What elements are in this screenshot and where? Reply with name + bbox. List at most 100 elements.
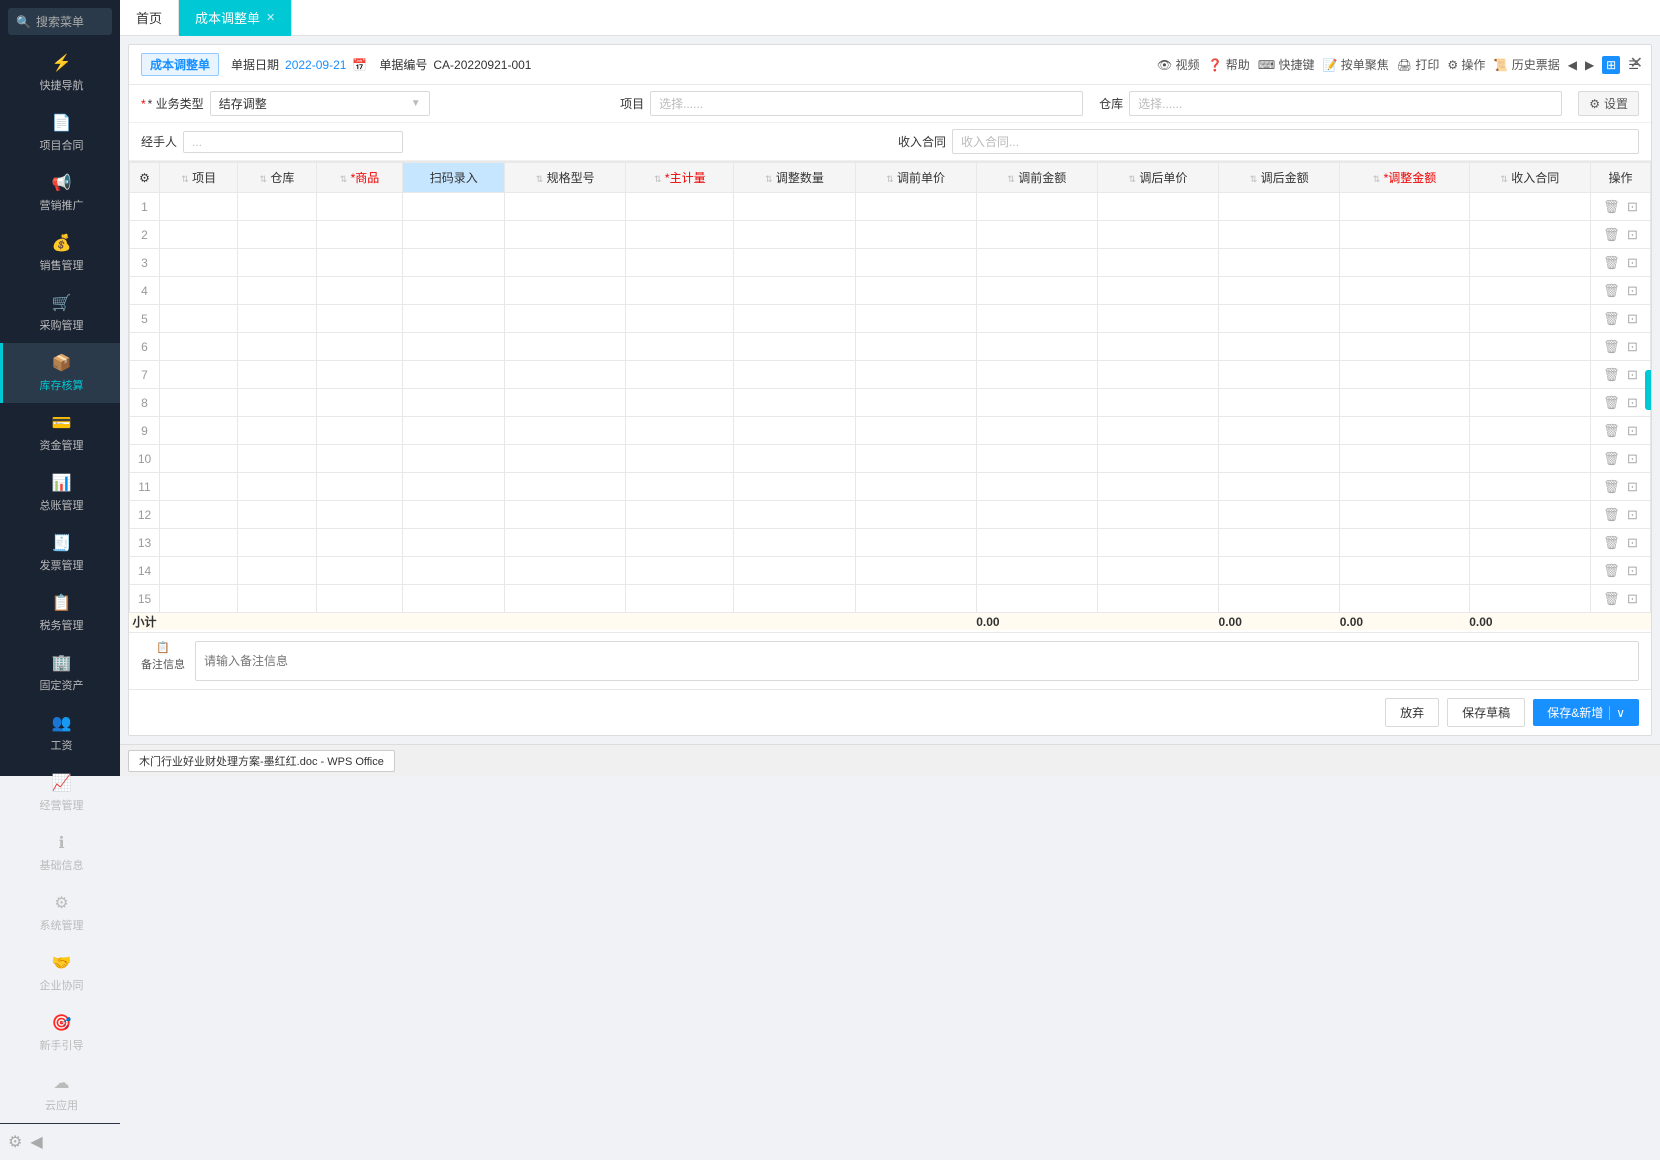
- row-copy-button[interactable]: ⊡: [1625, 479, 1640, 495]
- row-copy-button[interactable]: ⊡: [1625, 227, 1640, 243]
- cell-before-amount[interactable]: [976, 249, 1097, 277]
- sidebar-item-system[interactable]: ⚙ 系统管理: [0, 883, 120, 943]
- save-draft-button[interactable]: 保存草稿: [1447, 698, 1525, 727]
- sidebar-item-fixed-assets[interactable]: 🏢 固定资产: [0, 643, 120, 703]
- sidebar-item-invoice[interactable]: 🧾 发票管理: [0, 523, 120, 583]
- sidebar-item-quick-nav[interactable]: ⚡ 快捷导航: [0, 43, 120, 103]
- row-copy-button[interactable]: ⊡: [1625, 283, 1640, 299]
- tab-cost-adjust[interactable]: 成本调整单 ✕: [179, 0, 292, 36]
- cell-spec[interactable]: [505, 473, 626, 501]
- cell-before-price[interactable]: [855, 221, 976, 249]
- sidebar-item-payroll[interactable]: 👥 工资: [0, 703, 120, 763]
- cell-after-price[interactable]: [1097, 277, 1218, 305]
- cell-before-price[interactable]: [855, 445, 976, 473]
- cell-unit[interactable]: [626, 277, 734, 305]
- cell-before-amount[interactable]: [976, 193, 1097, 221]
- row-delete-button[interactable]: 🗑: [1601, 255, 1622, 271]
- cell-after-amount[interactable]: [1219, 585, 1340, 613]
- sidebar-item-sales-mgmt[interactable]: 💰 销售管理: [0, 223, 120, 283]
- row-delete-button[interactable]: 🗑: [1601, 535, 1622, 551]
- cell-product[interactable]: [316, 445, 403, 473]
- col-scan[interactable]: 扫码录入: [403, 163, 505, 193]
- collapse-button[interactable]: ◀: [30, 1132, 42, 1152]
- row-copy-button[interactable]: ⊡: [1625, 255, 1640, 271]
- cell-income-contract[interactable]: [1469, 473, 1590, 501]
- cell-after-price[interactable]: [1097, 361, 1218, 389]
- cell-before-price[interactable]: [855, 585, 976, 613]
- row-delete-button[interactable]: 🗑: [1601, 199, 1622, 215]
- review-action[interactable]: 📝 按单聚焦: [1322, 56, 1388, 73]
- cell-warehouse[interactable]: [238, 445, 316, 473]
- cell-spec[interactable]: [505, 193, 626, 221]
- document-close-button[interactable]: ✕: [1630, 53, 1643, 73]
- warehouse-input[interactable]: 选择... ...: [1129, 91, 1562, 116]
- cell-adjust-amount[interactable]: [1340, 417, 1470, 445]
- cell-after-amount[interactable]: [1219, 333, 1340, 361]
- cell-after-amount[interactable]: [1219, 249, 1340, 277]
- tab-home[interactable]: 首页: [120, 0, 179, 36]
- cell-income-contract[interactable]: [1469, 221, 1590, 249]
- cell-warehouse[interactable]: [238, 277, 316, 305]
- col-settings[interactable]: ⚙: [130, 163, 160, 193]
- col-before-price[interactable]: ⇅ 调前单价: [855, 163, 976, 193]
- cell-after-price[interactable]: [1097, 585, 1218, 613]
- cell-scan[interactable]: [403, 221, 505, 249]
- cell-project[interactable]: [160, 333, 238, 361]
- row-copy-button[interactable]: ⊡: [1625, 367, 1640, 383]
- cell-adjust-qty[interactable]: [734, 529, 855, 557]
- cell-project[interactable]: [160, 585, 238, 613]
- cell-spec[interactable]: [505, 221, 626, 249]
- cell-scan[interactable]: [403, 417, 505, 445]
- cell-before-price[interactable]: [855, 557, 976, 585]
- cell-income-contract[interactable]: [1469, 333, 1590, 361]
- settings-button[interactable]: ⚙: [8, 1132, 22, 1152]
- settings-button[interactable]: ⚙ 设置: [1578, 91, 1639, 116]
- cell-before-amount[interactable]: [976, 473, 1097, 501]
- cell-adjust-amount[interactable]: [1340, 529, 1470, 557]
- cell-before-amount[interactable]: [976, 529, 1097, 557]
- cell-warehouse[interactable]: [238, 585, 316, 613]
- row-copy-button[interactable]: ⊡: [1625, 591, 1640, 607]
- cell-project[interactable]: [160, 277, 238, 305]
- cell-scan[interactable]: [403, 473, 505, 501]
- cell-spec[interactable]: [505, 305, 626, 333]
- cell-project[interactable]: [160, 417, 238, 445]
- cell-warehouse[interactable]: [238, 417, 316, 445]
- cell-product[interactable]: [316, 333, 403, 361]
- cell-unit[interactable]: [626, 389, 734, 417]
- cell-warehouse[interactable]: [238, 221, 316, 249]
- col-before-amount[interactable]: ⇅ 调前金额: [976, 163, 1097, 193]
- cell-after-amount[interactable]: [1219, 305, 1340, 333]
- cell-after-amount[interactable]: [1219, 417, 1340, 445]
- view-action[interactable]: 👁 视频: [1157, 56, 1200, 73]
- cell-scan[interactable]: [403, 557, 505, 585]
- row-delete-button[interactable]: 🗑: [1601, 395, 1622, 411]
- cell-product[interactable]: [316, 417, 403, 445]
- cell-income-contract[interactable]: [1469, 557, 1590, 585]
- cell-adjust-amount[interactable]: [1340, 473, 1470, 501]
- cell-before-amount[interactable]: [976, 417, 1097, 445]
- cell-adjust-qty[interactable]: [734, 473, 855, 501]
- cell-before-amount[interactable]: [976, 501, 1097, 529]
- cell-after-price[interactable]: [1097, 445, 1218, 473]
- cell-product[interactable]: [316, 473, 403, 501]
- abandon-button[interactable]: 放弃: [1385, 698, 1439, 727]
- cell-after-amount[interactable]: [1219, 221, 1340, 249]
- cell-unit[interactable]: [626, 417, 734, 445]
- cell-before-amount[interactable]: [976, 277, 1097, 305]
- sidebar-item-tax[interactable]: 📋 税务管理: [0, 583, 120, 643]
- col-income-contract[interactable]: ⇅ 收入合同: [1469, 163, 1590, 193]
- cell-income-contract[interactable]: [1469, 361, 1590, 389]
- row-delete-button[interactable]: 🗑: [1601, 283, 1622, 299]
- cell-scan[interactable]: [403, 501, 505, 529]
- sidebar-item-sales-promotion[interactable]: 📢 营销推广: [0, 163, 120, 223]
- sidebar-item-ledger[interactable]: 📊 总账管理: [0, 463, 120, 523]
- sidebar-item-purchase-mgmt[interactable]: 🛒 采购管理: [0, 283, 120, 343]
- cell-adjust-qty[interactable]: [734, 501, 855, 529]
- cell-warehouse[interactable]: [238, 557, 316, 585]
- cell-adjust-amount[interactable]: [1340, 333, 1470, 361]
- cell-before-price[interactable]: [855, 361, 976, 389]
- cell-warehouse[interactable]: [238, 501, 316, 529]
- cell-adjust-qty[interactable]: [734, 305, 855, 333]
- cell-adjust-qty[interactable]: [734, 361, 855, 389]
